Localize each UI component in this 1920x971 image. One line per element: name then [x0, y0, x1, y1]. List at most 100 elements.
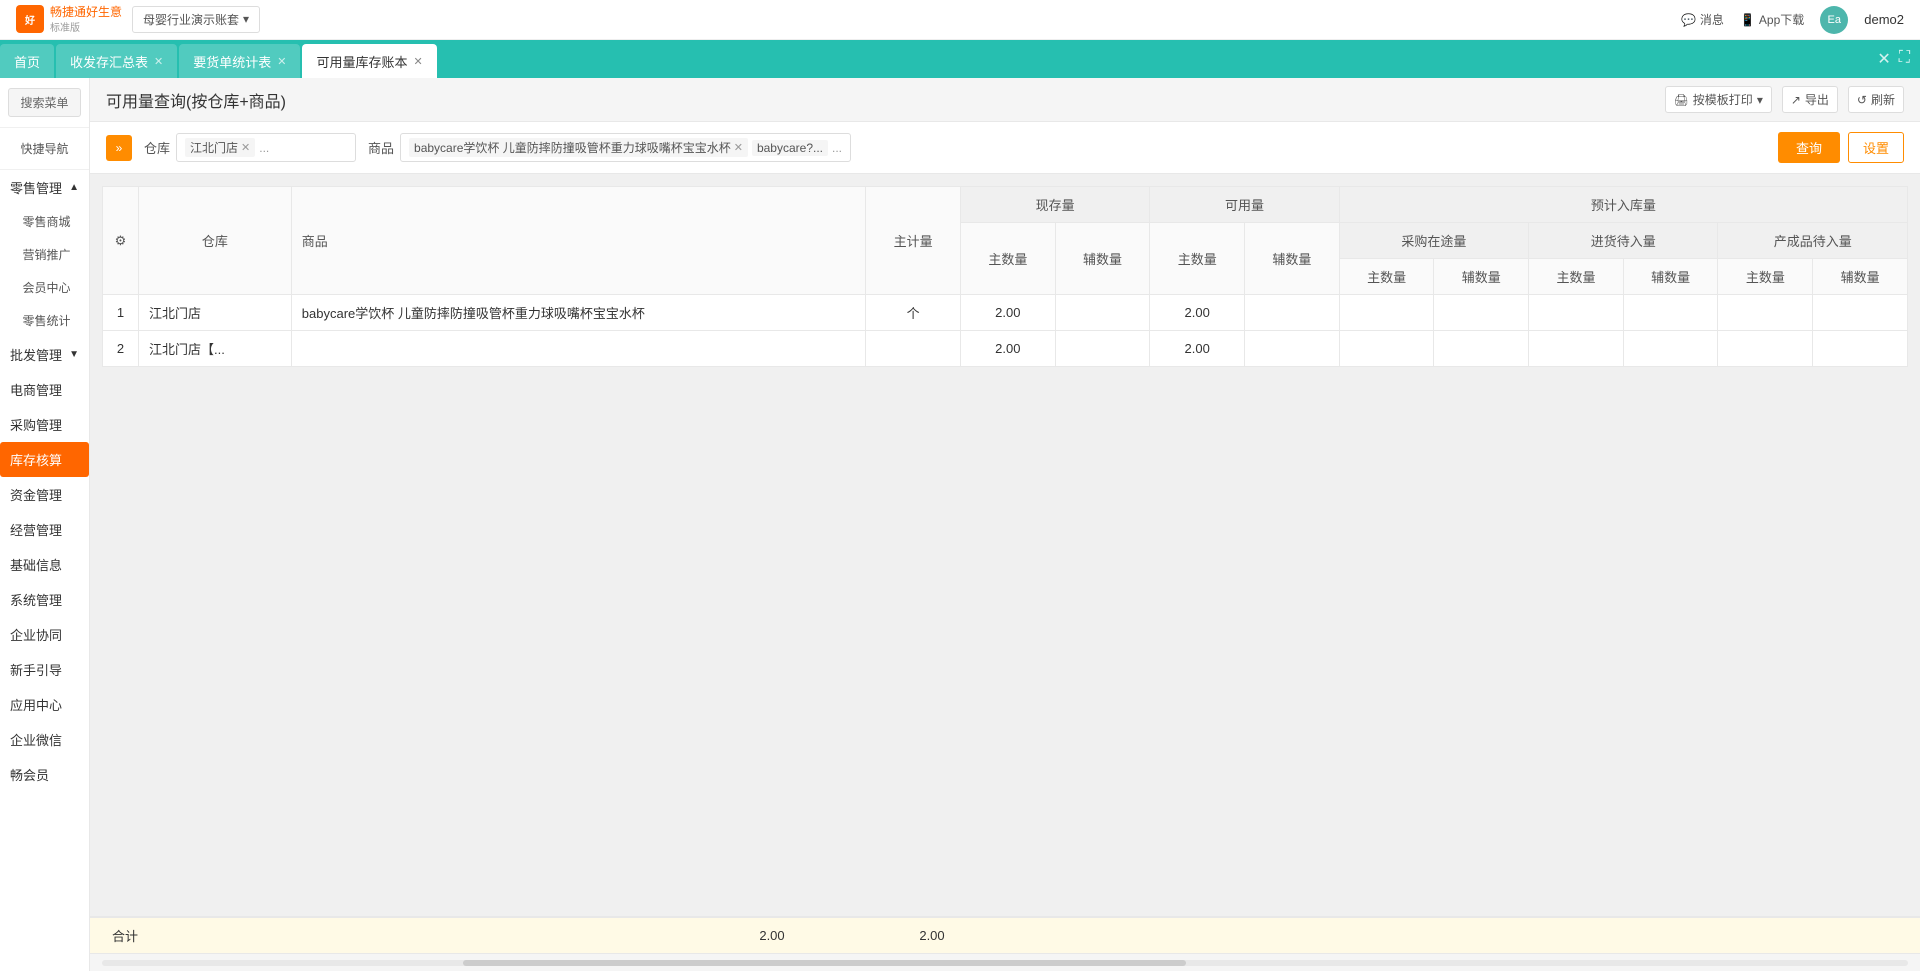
row2-purchase-aux	[1434, 331, 1529, 367]
warehouse-more-dots[interactable]: ...	[259, 141, 269, 155]
table-header-production-group: 产成品待入量	[1718, 223, 1908, 259]
tab-available-stock[interactable]: 可用量库存账本 ✕	[302, 44, 436, 78]
sidebar-section-inventory: 库存核算	[0, 442, 89, 477]
warehouse-tag-value: 江北门店	[190, 139, 238, 156]
sidebar-item-retail-mall[interactable]: 零售商城	[0, 205, 89, 238]
row2-production-aux	[1813, 331, 1908, 367]
sidebar-section-newbie-header[interactable]: 新手引导	[0, 652, 89, 687]
tab-order-stats[interactable]: 要货单统计表 ✕	[179, 44, 300, 78]
table-header-purchase-main: 主数量	[1339, 259, 1434, 295]
sidebar-item-member-center[interactable]: 会员中心	[0, 271, 89, 304]
table-header-incoming-aux: 辅数量	[1623, 259, 1718, 295]
sidebar-section-inventory-header[interactable]: 库存核算	[0, 442, 89, 477]
scroll-track[interactable]	[102, 960, 1908, 966]
sidebar-newbie-label: 新手引导	[10, 660, 62, 679]
tab-order-stats-close[interactable]: ✕	[277, 55, 286, 68]
logo-sub: 标准版	[50, 19, 122, 34]
warehouse-tag: 江北门店 ✕	[185, 138, 255, 157]
table-header-incoming-group: 进货待入量	[1529, 223, 1718, 259]
sidebar-section-system-header[interactable]: 系统管理	[0, 582, 89, 617]
sidebar-section-basic: 基础信息	[0, 547, 89, 582]
settings-button[interactable]: 设置	[1848, 132, 1904, 163]
tab-order-stats-label: 要货单统计表	[193, 52, 271, 71]
top-bar-left: 好 畅捷通好生意 标准版 母婴行业演示账套 ▾	[16, 5, 260, 34]
sidebar-search: 搜索菜单	[0, 78, 89, 128]
table-header-settings[interactable]: ⚙	[103, 187, 139, 295]
avatar[interactable]: Ea	[1820, 6, 1848, 34]
sidebar-section-finance-header[interactable]: 资金管理	[0, 477, 89, 512]
product-tag-1-value: babycare学饮杯 儿童防摔防撞吸管杯重力球吸嘴杯宝宝水杯	[414, 139, 731, 156]
row2-stock-aux	[1055, 331, 1150, 367]
tab-close-all-icon[interactable]: ✕	[1877, 49, 1890, 69]
row2-incoming-aux	[1623, 331, 1718, 367]
footer-label: 合计	[102, 918, 732, 953]
sidebar-section-member-header[interactable]: 畅会员	[0, 757, 89, 792]
sidebar-section-enterprise-header[interactable]: 企业协同	[0, 617, 89, 652]
product-tag-2-value: babycare?...	[757, 141, 823, 155]
tab-maximize-icon[interactable]: ⛶	[1899, 49, 1910, 69]
refresh-button[interactable]: ↺ 刷新	[1848, 86, 1904, 113]
sidebar-section-operations-header[interactable]: 经营管理	[0, 512, 89, 547]
footer-stock-aux	[812, 928, 892, 944]
sidebar-item-marketing[interactable]: 营销推广	[0, 238, 89, 271]
table-header-forecast-group: 预计入库量	[1339, 187, 1907, 223]
user-name: demo2	[1864, 12, 1904, 27]
table-header-available-aux: 辅数量	[1245, 223, 1340, 295]
filter-toggle-button[interactable]: »	[106, 135, 132, 161]
download-icon: 📱	[1740, 13, 1755, 27]
sidebar-item-quick-nav[interactable]: 快捷导航	[0, 132, 89, 165]
tab-home[interactable]: 首页	[0, 44, 54, 78]
row2-production-main	[1718, 331, 1813, 367]
sidebar-section-purchase-header[interactable]: 采购管理	[0, 407, 89, 442]
table-header-product: 商品	[291, 187, 866, 295]
message-label: 消息	[1700, 11, 1724, 28]
row2-available-main: 2.00	[1150, 331, 1245, 367]
table-header-available-group: 可用量	[1150, 187, 1339, 223]
warehouse-filter-label: 仓库	[144, 138, 170, 157]
row1-index: 1	[103, 295, 139, 331]
table-header-purchase-in-group: 采购在途量	[1339, 223, 1528, 259]
warehouse-filter-input[interactable]: 江北门店 ✕ ...	[176, 133, 356, 162]
top-bar: 好 畅捷通好生意 标准版 母婴行业演示账套 ▾ 💬 消息 📱 App下载 Ea …	[0, 0, 1920, 40]
app-download-button[interactable]: 📱 App下载	[1740, 11, 1804, 28]
sidebar-finance-label: 资金管理	[10, 485, 62, 504]
export-button[interactable]: ↗ 导出	[1782, 86, 1838, 113]
sidebar-section-appstore-header[interactable]: 应用中心	[0, 687, 89, 722]
row1-product: babycare学饮杯 儿童防摔防撞吸管杯重力球吸嘴杯宝宝水杯	[291, 295, 866, 331]
page-header: 可用量查询(按仓库+商品) 🖨 按模板打印 ▾ ↗ 导出 ↺ 刷新	[90, 78, 1920, 122]
sidebar-section-retail-header[interactable]: 零售管理 ▲	[0, 170, 89, 205]
scroll-thumb[interactable]	[463, 960, 1185, 966]
logo-icon: 好	[16, 5, 44, 33]
tab-available-stock-label: 可用量库存账本	[316, 52, 407, 71]
tab-receive-summary[interactable]: 收发存汇总表 ✕	[56, 44, 177, 78]
sidebar-wechat-label: 企业微信	[10, 730, 62, 749]
sidebar-item-retail-stats[interactable]: 零售统计	[0, 304, 89, 337]
query-button[interactable]: 查询	[1778, 132, 1840, 163]
tab-receive-summary-close[interactable]: ✕	[154, 55, 163, 68]
product-filter-input[interactable]: babycare学饮杯 儿童防摔防撞吸管杯重力球吸嘴杯宝宝水杯 ✕ babyca…	[400, 133, 851, 162]
message-button[interactable]: 💬 消息	[1681, 11, 1724, 28]
row1-unit: 个	[866, 295, 961, 331]
sidebar-section-wholesale-header[interactable]: 批发管理 ▼	[0, 337, 89, 372]
tab-bar: 首页 收发存汇总表 ✕ 要货单统计表 ✕ 可用量库存账本 ✕ ✕ ⛶	[0, 40, 1920, 78]
industry-selector[interactable]: 母婴行业演示账套 ▾	[132, 6, 260, 33]
search-menu-button[interactable]: 搜索菜单	[8, 88, 81, 117]
sidebar-section-ecommerce-header[interactable]: 电商管理	[0, 372, 89, 407]
product-tag-1-remove[interactable]: ✕	[734, 141, 743, 154]
row2-product	[291, 331, 866, 367]
table-footer: 合计 2.00 2.00	[90, 916, 1920, 953]
tab-available-stock-close[interactable]: ✕	[414, 55, 423, 68]
export-label: 导出	[1805, 91, 1829, 108]
sidebar: 搜索菜单 快捷导航 零售管理 ▲ 零售商城 营销推广 会员中心 零售统计 批发管…	[0, 78, 90, 971]
warehouse-tag-remove[interactable]: ✕	[241, 141, 250, 154]
table-header-stock-aux: 辅数量	[1055, 223, 1150, 295]
footer-available-aux	[972, 928, 1052, 944]
table-header-unit: 主计量	[866, 187, 961, 295]
sidebar-section-basic-header[interactable]: 基础信息	[0, 547, 89, 582]
filter-bar: » 仓库 江北门店 ✕ ... 商品 babycare学饮杯 儿童防摔防撞吸管杯…	[90, 122, 1920, 174]
sidebar-section-wechat-header[interactable]: 企业微信	[0, 722, 89, 757]
product-more-dots[interactable]: ...	[832, 141, 842, 155]
print-button[interactable]: 🖨 按模板打印 ▾	[1665, 86, 1772, 113]
row1-available-main: 2.00	[1150, 295, 1245, 331]
sidebar-section-appstore: 应用中心	[0, 687, 89, 722]
